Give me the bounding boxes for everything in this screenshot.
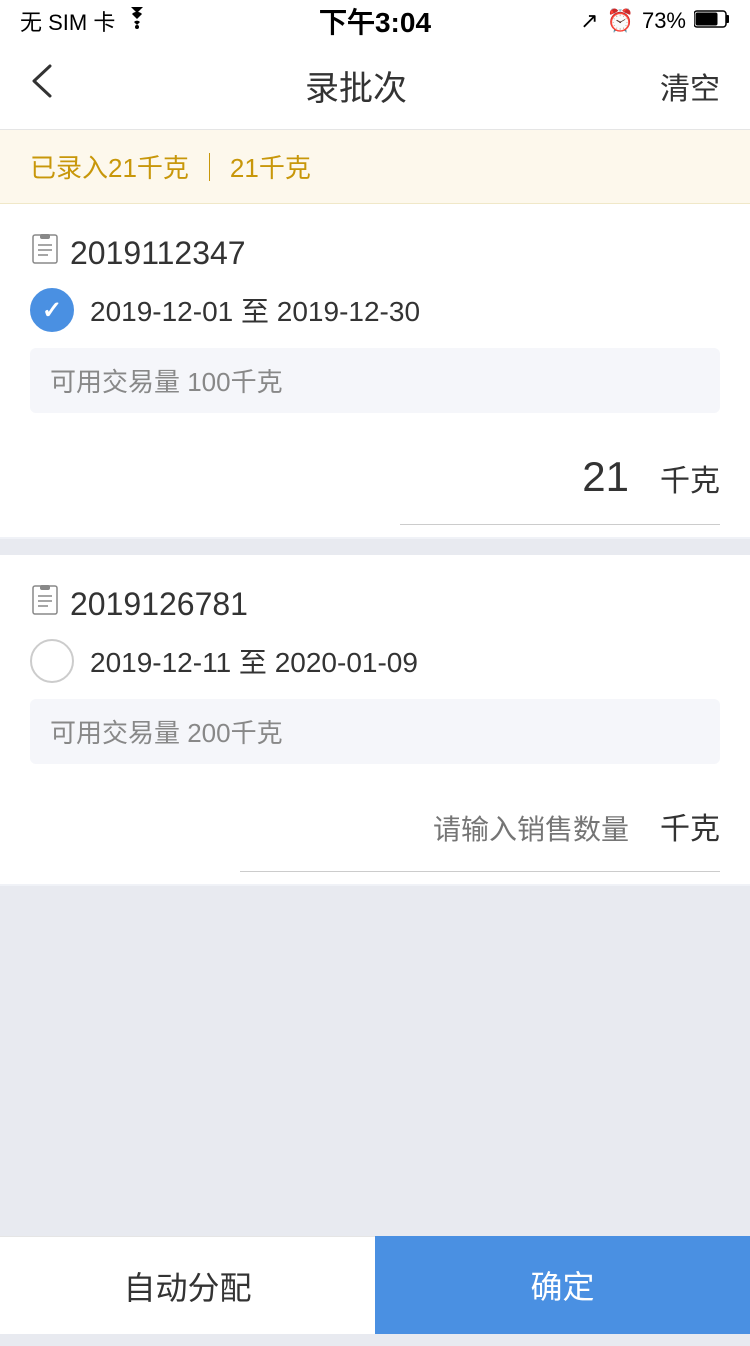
status-time: 下午3:04 bbox=[319, 1, 431, 41]
status-right: ↗ ⏰ 73% bbox=[580, 8, 730, 34]
info-banner: 已录入21千克 21千克 bbox=[0, 130, 750, 204]
bottom-bar: 自动分配 确定 bbox=[0, 1236, 750, 1334]
batch1-id: 2019112347 bbox=[70, 235, 246, 272]
info-divider bbox=[209, 153, 210, 181]
nav-bar: 录批次 清空 bbox=[0, 42, 750, 130]
batch1-date-row: 2019-12-01 至 2019-12-30 bbox=[30, 288, 720, 332]
batch2-unit: 千克 bbox=[660, 804, 720, 848]
batch1-icon bbox=[30, 234, 60, 272]
batch1-header: 2019112347 bbox=[30, 234, 720, 272]
no-sim-text: 无 SIM 卡 bbox=[20, 5, 115, 37]
batch1-radio[interactable] bbox=[30, 288, 74, 332]
section-divider bbox=[0, 539, 750, 555]
batch1-available: 可用交易量 100千克 bbox=[30, 348, 720, 413]
confirm-button[interactable]: 确定 bbox=[375, 1236, 750, 1334]
batch2-icon bbox=[30, 585, 60, 623]
batch2-date: 2019-12-11 至 2020-01-09 bbox=[90, 641, 418, 681]
status-left: 无 SIM 卡 bbox=[20, 5, 151, 37]
recorded-label: 已录入21千克 bbox=[30, 148, 189, 185]
batch2-header: 2019126781 bbox=[30, 585, 720, 623]
wifi-icon bbox=[123, 7, 151, 35]
batch1-quantity-input[interactable] bbox=[484, 453, 644, 501]
recorded-value: 21千克 bbox=[230, 148, 311, 185]
batch2-quantity-input[interactable] bbox=[304, 814, 644, 846]
clear-button[interactable]: 清空 bbox=[660, 64, 720, 108]
batch1-card: 2019112347 2019-12-01 至 2019-12-30 可用交易量… bbox=[0, 204, 750, 537]
status-bar: 无 SIM 卡 下午3:04 ↗ ⏰ 73% bbox=[0, 0, 750, 42]
auto-distribute-button[interactable]: 自动分配 bbox=[0, 1236, 375, 1334]
alarm-icon: ⏰ bbox=[607, 8, 634, 34]
batch2-underline bbox=[240, 871, 720, 872]
batch2-id: 2019126781 bbox=[70, 586, 248, 623]
batch2-radio[interactable] bbox=[30, 639, 74, 683]
batch2-date-row: 2019-12-11 至 2020-01-09 bbox=[30, 639, 720, 683]
batch2-available: 可用交易量 200千克 bbox=[30, 699, 720, 764]
batch1-unit: 千克 bbox=[660, 456, 720, 500]
batch1-quantity-wrapper: 千克 bbox=[30, 433, 720, 537]
batch2-quantity-wrapper: 千克 bbox=[30, 784, 720, 884]
batch2-card: 2019126781 2019-12-11 至 2020-01-09 可用交易量… bbox=[0, 555, 750, 884]
batch1-date: 2019-12-01 至 2019-12-30 bbox=[90, 290, 420, 330]
batch1-underline bbox=[400, 524, 720, 525]
battery-percent: 73% bbox=[642, 8, 686, 34]
location-icon: ↗ bbox=[580, 8, 598, 34]
back-button[interactable] bbox=[30, 62, 52, 109]
page-title: 录批次 bbox=[305, 61, 407, 110]
battery-icon bbox=[694, 8, 730, 34]
